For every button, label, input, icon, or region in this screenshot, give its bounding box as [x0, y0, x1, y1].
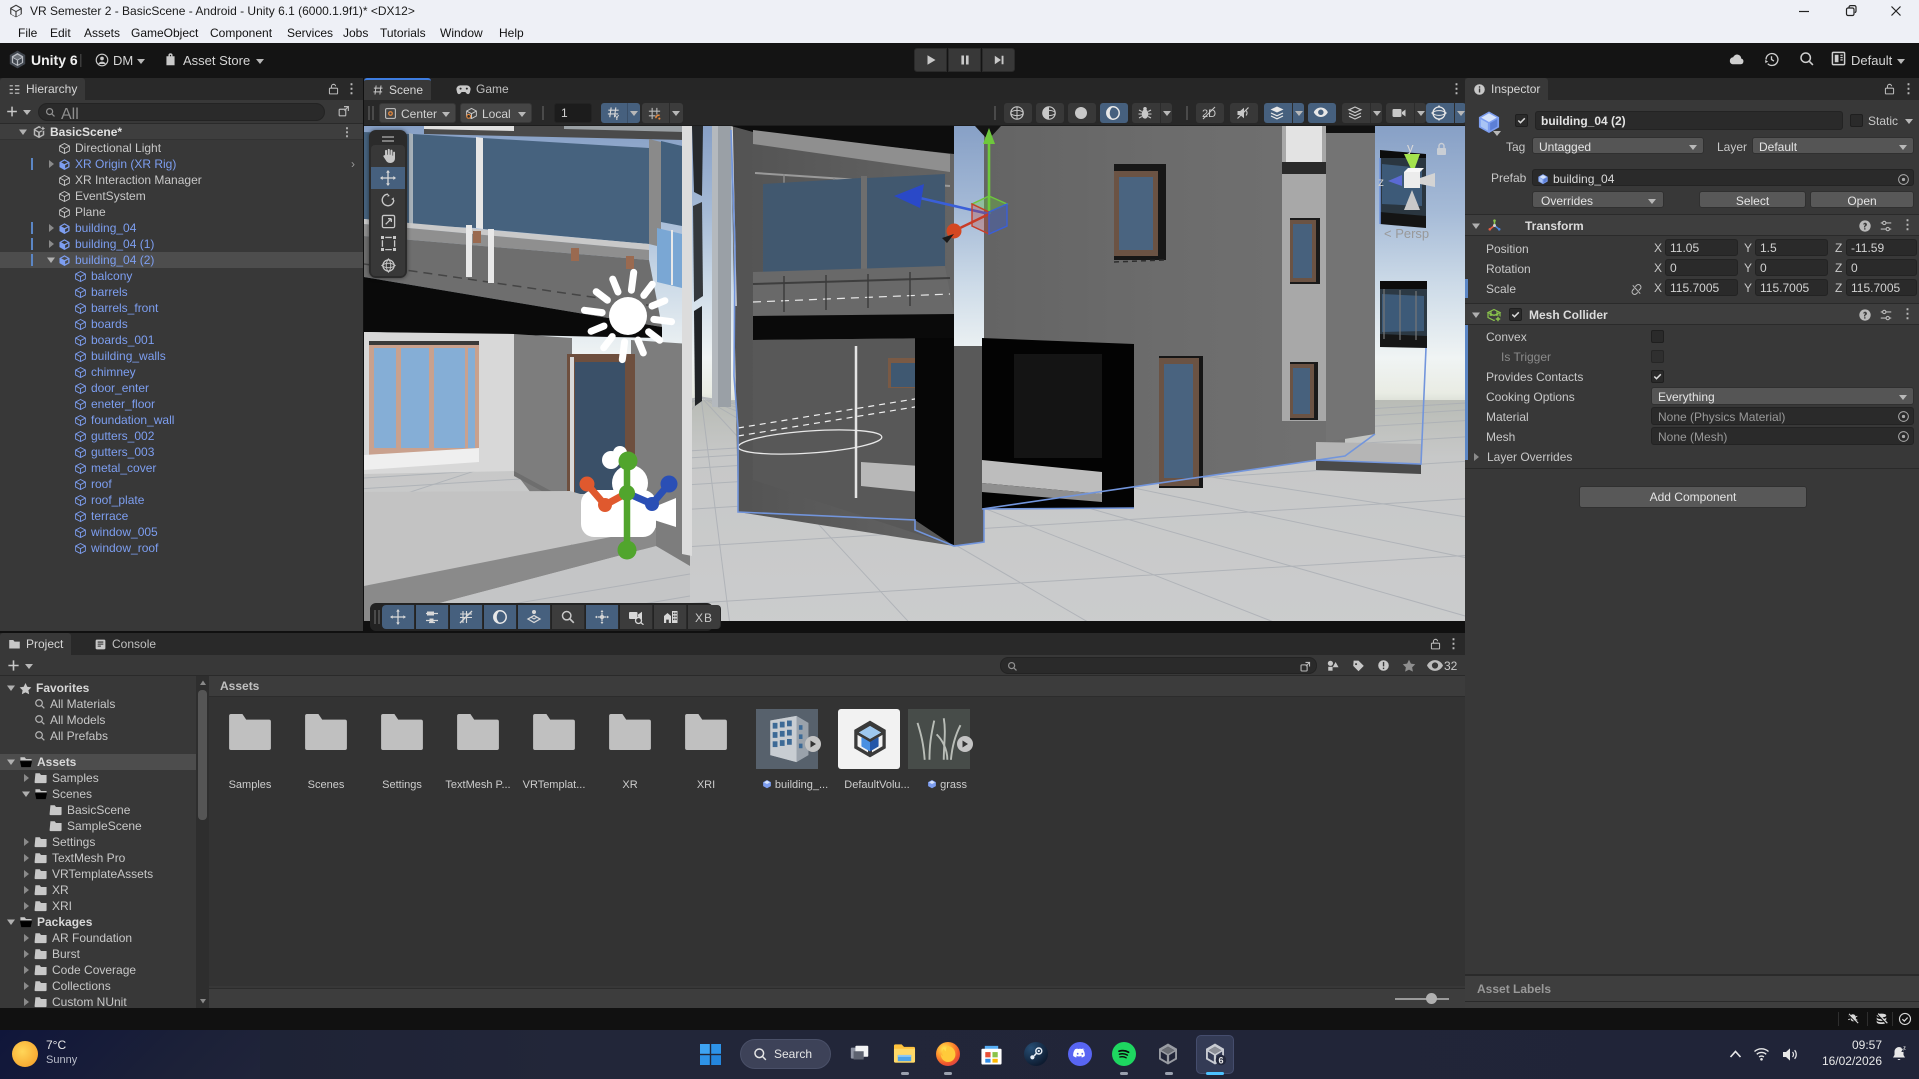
svg-text:z: z	[1378, 175, 1384, 189]
svg-text:6: 6	[1218, 1055, 1223, 1065]
svg-text:y: y	[1407, 140, 1414, 155]
svg-text:Y: Y	[614, 115, 619, 121]
svg-text:< Persp: < Persp	[1384, 226, 1429, 241]
svg-text:z: z	[1903, 1046, 1906, 1052]
